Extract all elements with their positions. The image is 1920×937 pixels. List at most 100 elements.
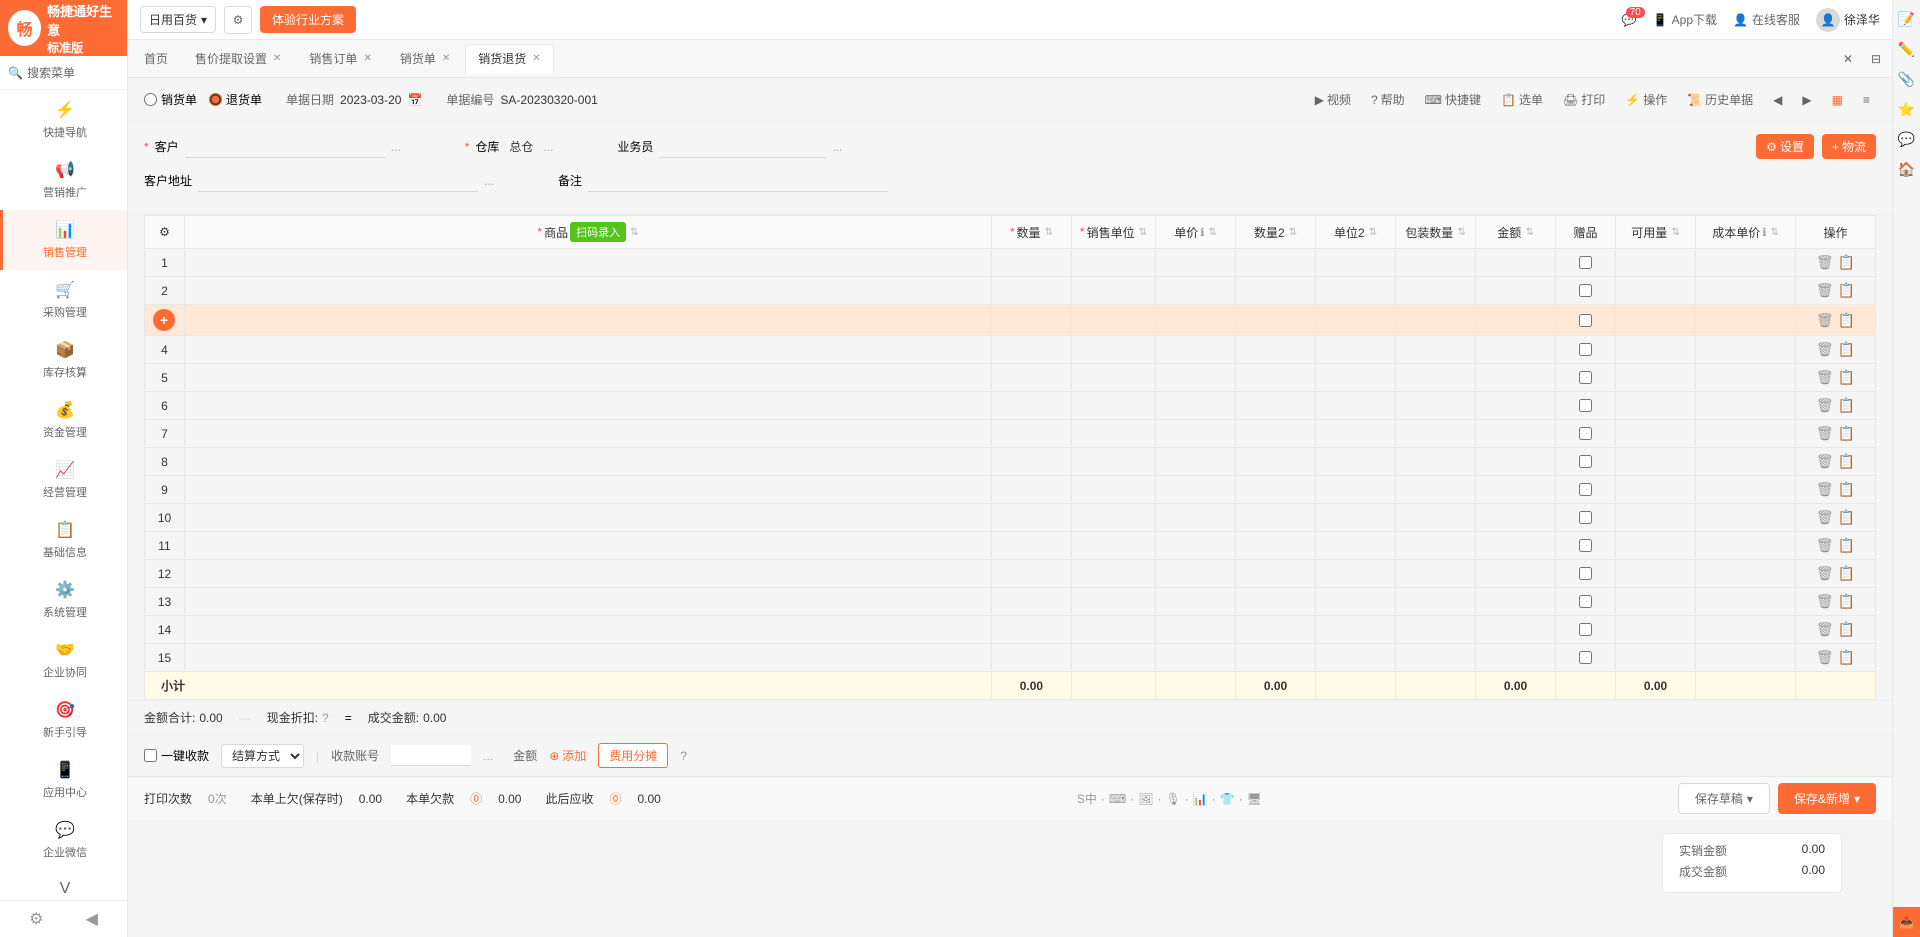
gift-checkbox-8[interactable] [1579,455,1592,468]
video-btn[interactable]: ▶ 视频 [1309,88,1357,111]
delete-row-4[interactable]: 🗑 [1816,341,1834,358]
right-panel-home-icon[interactable]: 🏠 [1896,158,1918,180]
settings-btn-right[interactable]: ⚙ 设置 [1756,134,1814,159]
delete-row-12[interactable]: 🗑 [1816,565,1834,582]
gift-checkbox-5[interactable] [1579,371,1592,384]
payment-method-select[interactable]: 结算方式 [221,744,304,768]
delete-row-14[interactable]: 🗑 [1816,621,1834,638]
message-icon-wrapper[interactable]: 💬 70 [1622,13,1637,27]
salesperson-select-icon[interactable]: ... [832,140,842,154]
tab-expand-button[interactable]: ⊟ [1864,47,1888,71]
qty-sort-icon[interactable]: ⇅ [1045,227,1053,238]
gift-checkbox-3[interactable] [1579,314,1592,327]
delete-row-15[interactable]: 🗑 [1816,649,1834,666]
copy-row-15[interactable]: 📋 [1838,649,1855,666]
product-input-1[interactable] [193,256,983,270]
add-payment-btn[interactable]: ⊕ 添加 [549,747,586,764]
shortcut-btn[interactable]: ⌨ 快捷键 [1419,88,1487,111]
tab-sale-delivery[interactable]: 销货单 ✕ [387,44,463,74]
gift-checkbox-14[interactable] [1579,623,1592,636]
right-panel-chat-icon[interactable]: 💬 [1896,128,1918,150]
pack-sort-icon[interactable]: ⇅ [1457,227,1465,238]
right-panel-note-icon[interactable]: 📝 [1896,8,1918,30]
fee-split-btn[interactable]: 费用分摊 [598,743,668,768]
app-download-link[interactable]: 📱 App下载 [1653,11,1717,28]
copy-row-8[interactable]: 📋 [1838,453,1855,470]
history-btn[interactable]: 📜 历史单据 [1681,88,1759,111]
sidebar-item-system[interactable]: ⚙️ 系统管理 [0,570,127,630]
address-input[interactable] [198,169,478,192]
sidebar-item-inventory[interactable]: 📦 库存核算 [0,330,127,390]
delete-row-5[interactable]: 🗑 [1816,369,1834,386]
copy-row-12[interactable]: 📋 [1838,565,1855,582]
price-info-icon[interactable]: ℹ [1200,226,1204,239]
gift-checkbox-9[interactable] [1579,483,1592,496]
one-click-checkbox[interactable] [144,749,157,762]
salesperson-input[interactable] [659,135,826,158]
gift-checkbox-4[interactable] [1579,343,1592,356]
add-row-button[interactable]: + [153,309,175,331]
delete-row-10[interactable]: 🗑 [1816,509,1834,526]
calendar-icon[interactable]: 📅 [407,93,422,107]
right-panel-edit-icon[interactable]: ✏️ [1896,38,1918,60]
sidebar-item-operations[interactable]: 📈 经营管理 [0,450,127,510]
gift-checkbox-2[interactable] [1579,284,1592,297]
delete-row-7[interactable]: 🗑 [1816,425,1834,442]
copy-row-5[interactable]: 📋 [1838,369,1855,386]
delete-row-8[interactable]: 🗑 [1816,453,1834,470]
copy-row-1[interactable]: 📋 [1838,254,1855,271]
save-new-button[interactable]: 保存&新增 ▾ [1778,783,1876,814]
collapse-icon[interactable]: ◀ [86,909,98,929]
sidebar-item-newbie[interactable]: 🎯 新手引导 [0,690,127,750]
scan-btn[interactable]: 扫码录入 [570,222,626,242]
gift-checkbox-10[interactable] [1579,511,1592,524]
delete-row-3[interactable]: 🗑 [1816,312,1834,329]
tab-close-button[interactable]: ✕ [1836,47,1860,71]
tab-close-sale-delivery[interactable]: ✕ [442,53,450,64]
sidebar-item-apps[interactable]: 📱 应用中心 [0,750,127,810]
copy-row-3[interactable]: 📋 [1838,312,1855,329]
copy-row-2[interactable]: 📋 [1838,282,1855,299]
tab-home[interactable]: 首页 [132,44,180,74]
right-panel-orange-btn[interactable]: 📤 [1893,907,1920,937]
tab-sale-return[interactable]: 销货退货 ✕ [465,44,553,74]
help-btn[interactable]: ? 帮助 [1365,88,1411,111]
sidebar-item-member[interactable]: V 畅会员 [0,870,127,900]
search-menu[interactable]: 🔍 搜索菜单 [0,56,127,90]
copy-row-10[interactable]: 📋 [1838,509,1855,526]
tab-close-sale-order[interactable]: ✕ [363,53,371,64]
tab-close-sale-return[interactable]: ✕ [532,53,540,64]
gift-checkbox-7[interactable] [1579,427,1592,440]
gift-checkbox-12[interactable] [1579,567,1592,580]
available-sort-icon[interactable]: ⇅ [1671,227,1679,238]
cost-info-icon[interactable]: ℹ [1762,226,1766,239]
trial-button[interactable]: 体验行业方案 [260,6,356,33]
payment-help-icon[interactable]: ? [680,749,687,763]
remark-input[interactable] [588,169,888,192]
topbar-settings-button[interactable]: ⚙ [224,6,252,34]
tab-sale-price[interactable]: 售价提取设置 ✕ [182,44,294,74]
save-draft-button[interactable]: 保存草稿 ▾ [1678,783,1770,814]
list-view-btn[interactable]: ≡ [1857,88,1876,111]
account-select-btn[interactable]: ... [483,749,493,763]
daily-dropdown[interactable]: 日用百货 ▾ [140,6,216,33]
amount-sort-icon[interactable]: ⇅ [1525,227,1533,238]
sidebar-item-purchase[interactable]: 🛒 采购管理 [0,270,127,330]
right-panel-star-icon[interactable]: ⭐ [1896,98,1918,120]
unit-sort-icon[interactable]: ⇅ [1139,227,1147,238]
qty2-sort-icon[interactable]: ⇅ [1289,227,1297,238]
delete-row-9[interactable]: 🗑 [1816,481,1834,498]
price-sort-icon[interactable]: ⇅ [1208,227,1216,238]
delete-row-11[interactable]: 🗑 [1816,537,1834,554]
cost-sort-icon[interactable]: ⇅ [1770,227,1778,238]
col-settings-header[interactable]: ⚙ [145,216,185,249]
sidebar-item-finance[interactable]: 💰 资金管理 [0,390,127,450]
copy-row-11[interactable]: 📋 [1838,537,1855,554]
product-sort-icon[interactable]: ⇅ [630,227,638,238]
operate-btn[interactable]: ⚡ 操作 [1619,88,1673,111]
gift-checkbox-1[interactable] [1579,256,1592,269]
gift-checkbox-11[interactable] [1579,539,1592,552]
copy-row-6[interactable]: 📋 [1838,397,1855,414]
sidebar-item-sales[interactable]: 📊 销售管理 [0,210,127,270]
sidebar-item-wechat[interactable]: 💬 企业微信 [0,810,127,870]
